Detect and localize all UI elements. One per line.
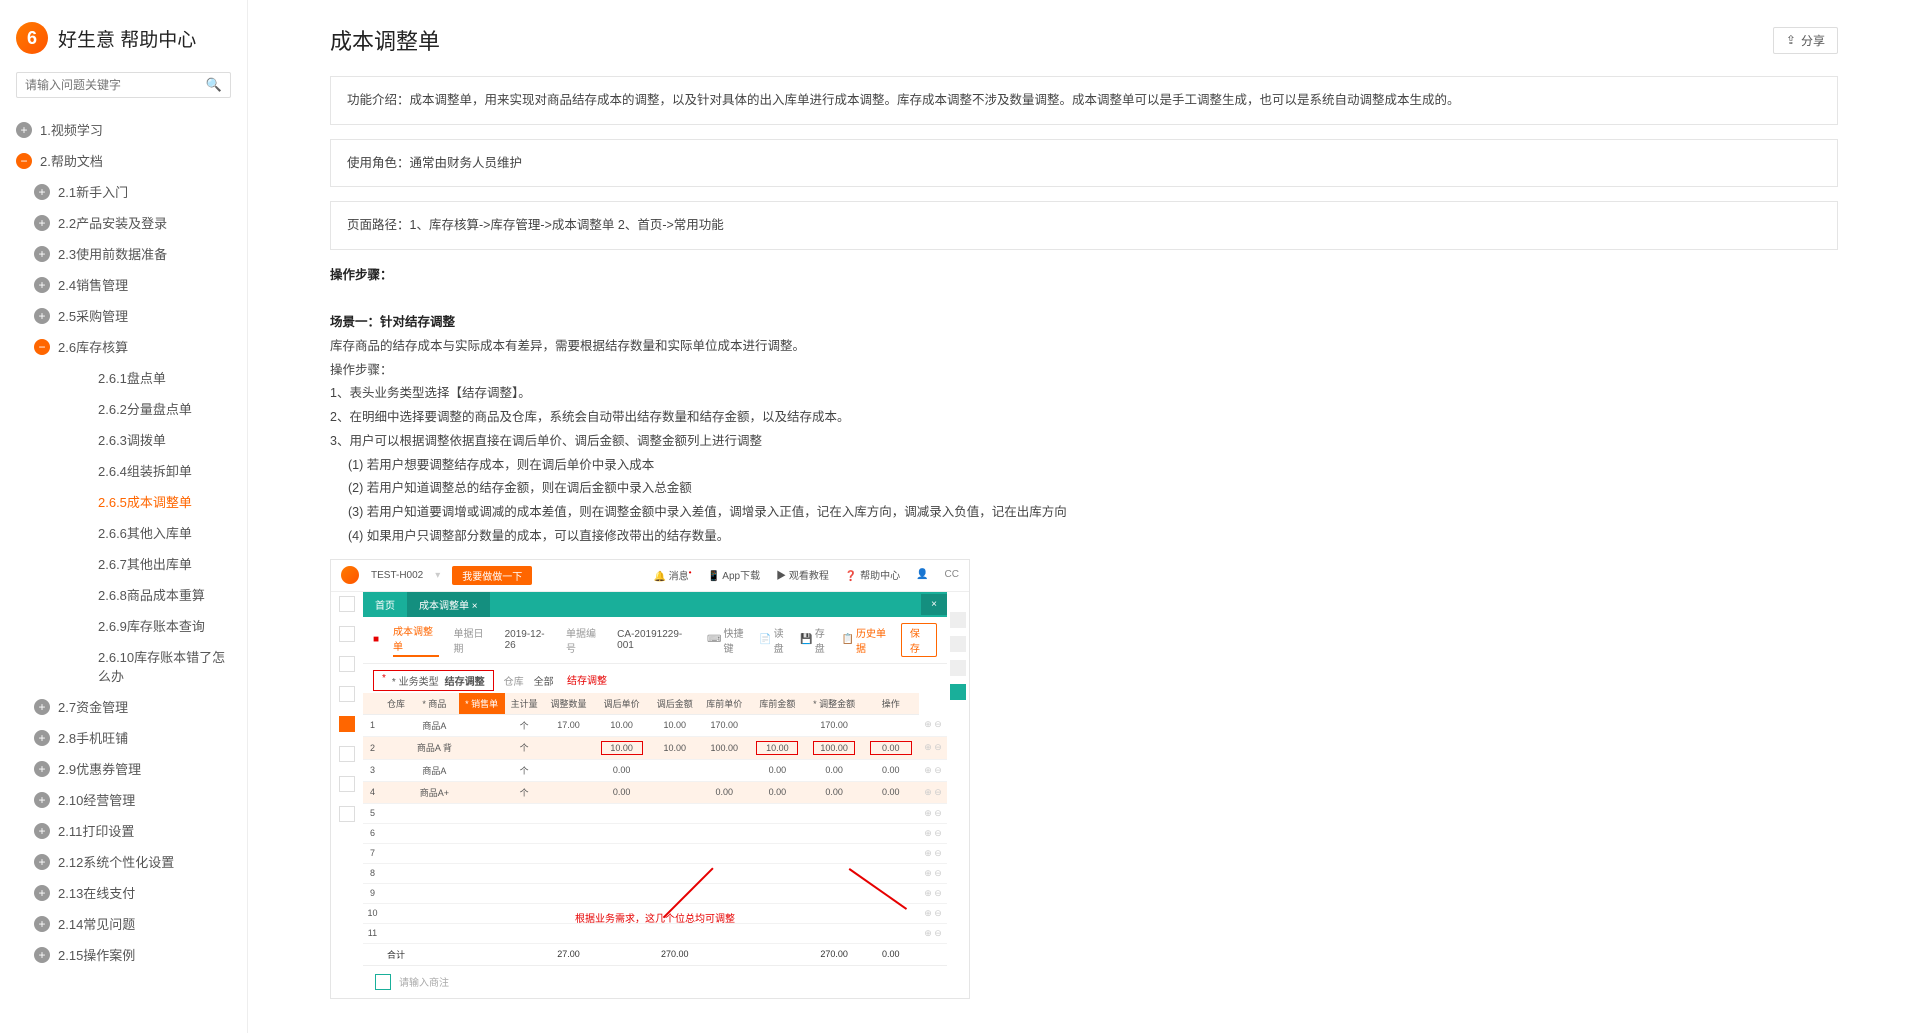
nav-2-1[interactable]: +2.1新手入门	[34, 176, 231, 207]
plus-icon: +	[34, 947, 50, 963]
nav-2-6-1[interactable]: 2.6.1盘点单	[52, 362, 231, 393]
plus-icon: +	[34, 761, 50, 777]
nav-2-6-5[interactable]: 2.6.5成本调整单	[52, 486, 231, 517]
logo-icon: 6	[16, 22, 48, 54]
nav-2-3[interactable]: +2.3使用前数据准备	[34, 238, 231, 269]
share-icon: ⇪	[1786, 33, 1796, 47]
nav-2-15[interactable]: +2.15操作案例	[34, 939, 231, 970]
plus-icon: +	[34, 823, 50, 839]
nav-2-7[interactable]: +2.7资金管理	[34, 691, 231, 722]
nav-2-6-9[interactable]: 2.6.9库存账本查询	[52, 610, 231, 641]
nav-2-6-7[interactable]: 2.6.7其他出库单	[52, 548, 231, 579]
shot-leftnav	[331, 592, 363, 998]
page-title: 成本调整单	[330, 24, 440, 56]
nav-2-11[interactable]: +2.11打印设置	[34, 815, 231, 846]
nav-2-6-8[interactable]: 2.6.8商品成本重算	[52, 579, 231, 610]
nav-2-10[interactable]: +2.10经营管理	[34, 784, 231, 815]
path-card: 页面路径：1、库存核算->库存管理->成本调整单 2、首页->常用功能	[330, 201, 1838, 250]
search-input[interactable]	[25, 78, 206, 92]
search-box[interactable]: 🔍	[16, 72, 231, 98]
nav-1[interactable]: +1.视频学习	[16, 114, 231, 145]
brand-row: 6 好生意 帮助中心	[16, 22, 231, 54]
share-button[interactable]: ⇪分享	[1773, 27, 1838, 54]
plus-icon: +	[34, 792, 50, 808]
nav-2-6-2[interactable]: 2.6.2分量盘点单	[52, 393, 231, 424]
nav-2-4[interactable]: +2.4销售管理	[34, 269, 231, 300]
plus-icon: +	[16, 122, 32, 138]
nav-2-6-6[interactable]: 2.6.6其他入库单	[52, 517, 231, 548]
brand-title: 好生意 帮助中心	[58, 25, 196, 52]
nav-2-5[interactable]: +2.5采购管理	[34, 300, 231, 331]
nav-2-9[interactable]: +2.9优惠券管理	[34, 753, 231, 784]
nav-2-14[interactable]: +2.14常见问题	[34, 908, 231, 939]
plus-icon: +	[34, 916, 50, 932]
plus-icon: +	[34, 885, 50, 901]
plus-icon: +	[34, 854, 50, 870]
shot-logo-icon	[341, 566, 359, 584]
sidebar: 6 好生意 帮助中心 🔍 +1.视频学习 −2.帮助文档 +2.1新手入门 +2…	[0, 0, 248, 1033]
plus-icon: +	[34, 215, 50, 231]
body-text: 操作步骤： 场景一：针对结存调整 库存商品的结存成本与实际成本有差异，需要根据结…	[330, 264, 1838, 549]
plus-icon: +	[34, 246, 50, 262]
nav-2-12[interactable]: +2.12系统个性化设置	[34, 846, 231, 877]
minus-icon: −	[16, 153, 32, 169]
shot-annotation: 根据业务需求，这几个位总均可调整	[363, 906, 947, 929]
nav-2-2[interactable]: +2.2产品安装及登录	[34, 207, 231, 238]
nav-2-6-3[interactable]: 2.6.3调拨单	[52, 424, 231, 455]
search-icon[interactable]: 🔍	[206, 77, 222, 93]
nav-2-13[interactable]: +2.13在线支付	[34, 877, 231, 908]
intro-card: 功能介绍：成本调整单，用来实现对商品结存成本的调整，以及针对具体的出入库单进行成…	[330, 76, 1838, 125]
minus-icon: −	[34, 339, 50, 355]
shot-orange-button: 我要做做一下	[452, 566, 532, 585]
nav-2-6-10[interactable]: 2.6.10库存账本错了怎么办	[52, 641, 231, 691]
nav-2-6-4[interactable]: 2.6.4组装拆卸单	[52, 455, 231, 486]
screenshot-embed: TEST-H002 ▾ 我要做做一下 🔔 消息• 📱 App下载 ▶ 观看教程 …	[330, 559, 970, 999]
nav-2[interactable]: −2.帮助文档	[16, 145, 231, 176]
plus-icon: +	[34, 308, 50, 324]
role-card: 使用角色：通常由财务人员维护	[330, 139, 1838, 188]
plus-icon: +	[34, 277, 50, 293]
plus-icon: +	[34, 730, 50, 746]
plus-icon: +	[34, 699, 50, 715]
nav-2-8[interactable]: +2.8手机旺铺	[34, 722, 231, 753]
content: 成本调整单 ⇪分享 功能介绍：成本调整单，用来实现对商品结存成本的调整，以及针对…	[248, 0, 1920, 1033]
nav-2-6[interactable]: −2.6库存核算	[34, 331, 231, 362]
plus-icon: +	[34, 184, 50, 200]
